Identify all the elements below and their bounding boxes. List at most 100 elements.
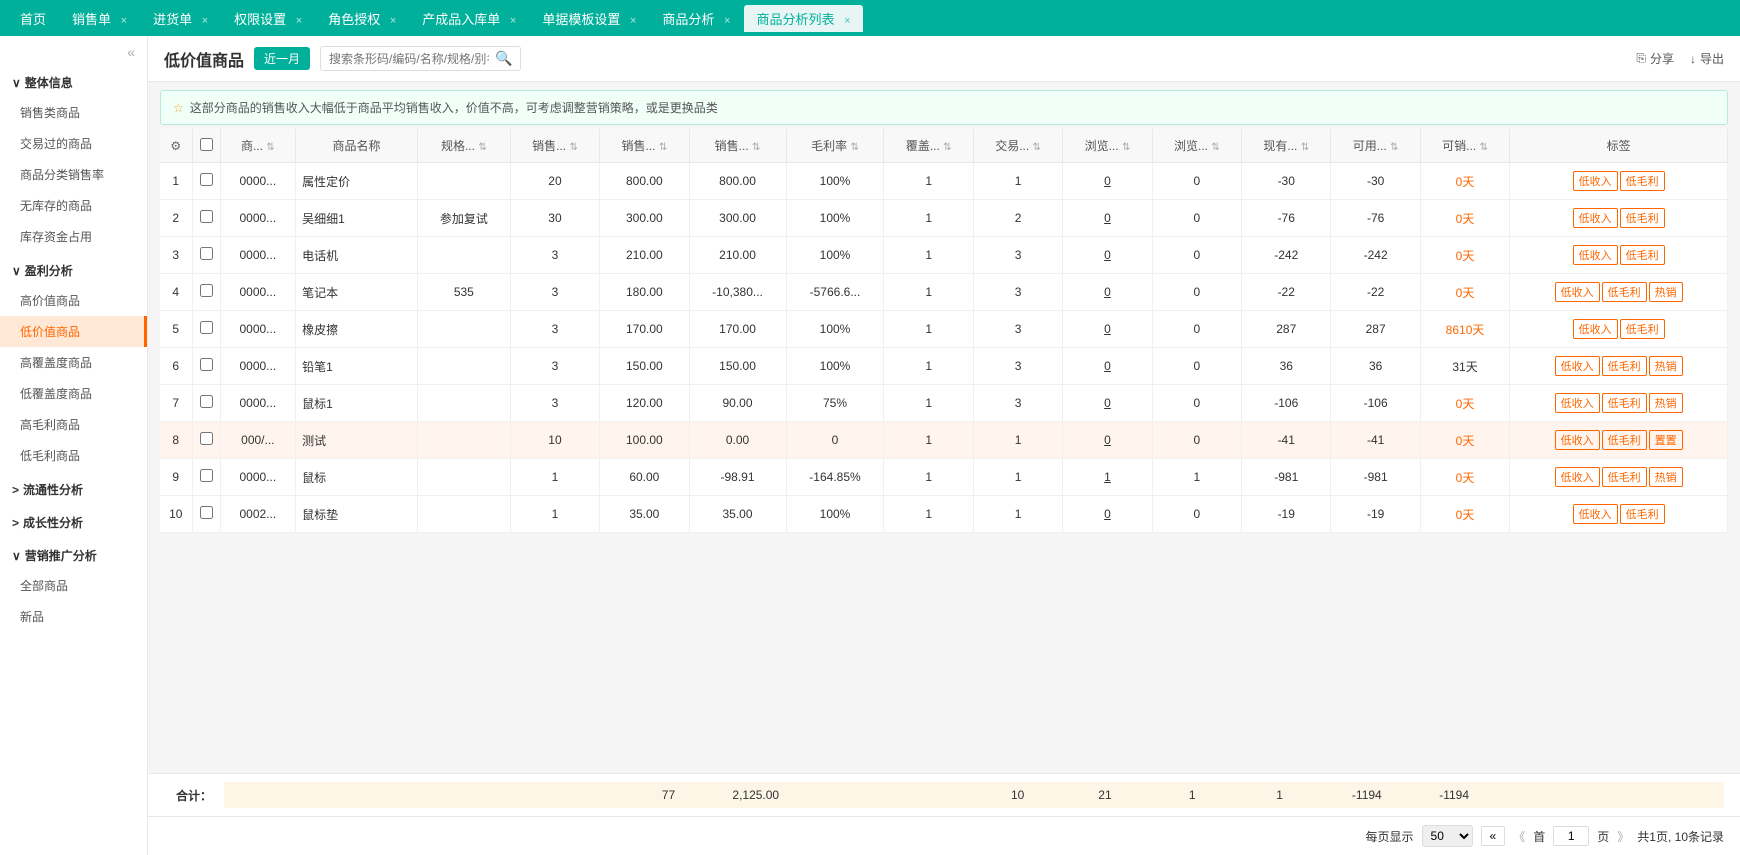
- sidebar-item-high-margin[interactable]: 高毛利商品: [0, 409, 147, 440]
- sidebar-item-high-value[interactable]: 高价值商品: [0, 285, 147, 316]
- nav-permissions[interactable]: 权限设置 ×: [222, 5, 314, 32]
- col-s3-header[interactable]: 销售... ⇅: [689, 129, 786, 163]
- col-avail-header[interactable]: 可用... ⇅: [1331, 129, 1420, 163]
- filter-period-btn[interactable]: 近一月: [254, 47, 310, 70]
- row-checkbox[interactable]: [200, 173, 213, 186]
- sidebar-group-profit[interactable]: ∨ 盈利分析: [0, 252, 147, 285]
- row-checkbox[interactable]: [200, 210, 213, 223]
- row-browse1[interactable]: 0: [1063, 274, 1152, 311]
- row-checkbox[interactable]: [200, 284, 213, 297]
- col-browse2-header[interactable]: 浏览... ⇅: [1152, 129, 1241, 163]
- sidebar-item-sales-goods[interactable]: 销售类商品: [0, 97, 147, 128]
- row-checkbox-cell[interactable]: [192, 311, 220, 348]
- row-browse1[interactable]: 1: [1063, 459, 1152, 496]
- row-browse1[interactable]: 0: [1063, 163, 1152, 200]
- sidebar-item-all-goods[interactable]: 全部商品: [0, 570, 147, 601]
- browse1-link[interactable]: 0: [1104, 322, 1111, 336]
- export-btn[interactable]: ↓ 导出: [1690, 50, 1724, 67]
- row-checkbox-cell[interactable]: [192, 385, 220, 422]
- browse1-link[interactable]: 0: [1104, 248, 1111, 262]
- sidebar-item-low-coverage[interactable]: 低覆盖度商品: [0, 378, 147, 409]
- sidebar-item-stock-fund[interactable]: 库存资金占用: [0, 221, 147, 252]
- sidebar-group-overview[interactable]: ∨ 整体信息: [0, 64, 147, 97]
- row-checkbox[interactable]: [200, 321, 213, 334]
- col-settings[interactable]: ⚙: [160, 129, 192, 163]
- row-checkbox-cell[interactable]: [192, 237, 220, 274]
- sidebar-item-traded-goods[interactable]: 交易过的商品: [0, 128, 147, 159]
- per-page-select[interactable]: 50 100 200: [1422, 825, 1473, 847]
- row-browse1[interactable]: 0: [1063, 496, 1152, 533]
- close-stockin-icon[interactable]: ×: [510, 15, 516, 27]
- row-browse1[interactable]: 0: [1063, 237, 1152, 274]
- sidebar-group-growth[interactable]: > 成长性分析: [0, 504, 147, 537]
- sidebar-item-high-coverage[interactable]: 高覆盖度商品: [0, 347, 147, 378]
- sidebar-item-category-sales[interactable]: 商品分类销售率: [0, 159, 147, 190]
- row-checkbox-cell[interactable]: [192, 459, 220, 496]
- row-checkbox[interactable]: [200, 358, 213, 371]
- row-checkbox-cell[interactable]: [192, 348, 220, 385]
- nav-roles[interactable]: 角色授权 ×: [316, 5, 408, 32]
- close-template-icon[interactable]: ×: [630, 15, 636, 27]
- sidebar-item-no-stock[interactable]: 无库存的商品: [0, 190, 147, 221]
- row-browse1[interactable]: 0: [1063, 348, 1152, 385]
- row-checkbox[interactable]: [200, 247, 213, 260]
- browse1-link[interactable]: 0: [1104, 359, 1111, 373]
- col-cov-header[interactable]: 覆盖... ⇅: [884, 129, 973, 163]
- browse1-link[interactable]: 0: [1104, 396, 1111, 410]
- row-browse1[interactable]: 0: [1063, 200, 1152, 237]
- page-number-input[interactable]: [1553, 826, 1589, 846]
- nav-home[interactable]: 首页: [8, 5, 58, 32]
- close-purchase-icon[interactable]: ×: [202, 15, 208, 27]
- row-browse1[interactable]: 0: [1063, 422, 1152, 459]
- share-btn[interactable]: ⎘ 分享: [1636, 50, 1674, 67]
- first-page-btn[interactable]: «: [1481, 826, 1506, 846]
- row-checkbox-cell[interactable]: [192, 422, 220, 459]
- browse1-link[interactable]: 0: [1104, 507, 1111, 521]
- settings-icon[interactable]: ⚙: [170, 139, 181, 153]
- col-s2-header[interactable]: 销售... ⇅: [600, 129, 689, 163]
- row-checkbox[interactable]: [200, 469, 213, 482]
- row-checkbox-cell[interactable]: [192, 496, 220, 533]
- close-permissions-icon[interactable]: ×: [296, 15, 302, 27]
- table-container[interactable]: ⚙ 商... ⇅ 商品名称 规格... ⇅ 销售... ⇅ 销售... ⇅ 销售…: [148, 129, 1740, 773]
- sidebar-item-low-value[interactable]: 低价值商品: [0, 316, 147, 347]
- row-checkbox-cell[interactable]: [192, 163, 220, 200]
- sidebar-item-low-margin[interactable]: 低毛利商品: [0, 440, 147, 471]
- close-analysis-list-icon[interactable]: ×: [844, 15, 850, 27]
- close-sales-icon[interactable]: ×: [121, 15, 127, 27]
- row-checkbox[interactable]: [200, 432, 213, 445]
- sidebar-group-flow[interactable]: > 流通性分析: [0, 471, 147, 504]
- col-name-header[interactable]: 商品名称: [296, 129, 418, 163]
- col-days-header[interactable]: 可销... ⇅: [1420, 129, 1509, 163]
- col-trade-header[interactable]: 交易... ⇅: [973, 129, 1062, 163]
- nav-analysis[interactable]: 商品分析 ×: [650, 5, 742, 32]
- browse1-link[interactable]: 1: [1104, 470, 1111, 484]
- row-checkbox-cell[interactable]: [192, 200, 220, 237]
- row-checkbox-cell[interactable]: [192, 274, 220, 311]
- browse1-link[interactable]: 0: [1104, 211, 1111, 225]
- col-s1-header[interactable]: 销售... ⇅: [510, 129, 599, 163]
- sidebar-item-new-goods[interactable]: 新品: [0, 601, 147, 632]
- browse1-link[interactable]: 0: [1104, 285, 1111, 299]
- browse1-link[interactable]: 0: [1104, 433, 1111, 447]
- nav-purchase[interactable]: 进货单 ×: [141, 5, 220, 32]
- col-browse1-header[interactable]: 浏览... ⇅: [1063, 129, 1152, 163]
- select-all-checkbox[interactable]: [200, 138, 213, 151]
- search-input[interactable]: [329, 52, 489, 66]
- close-analysis-icon[interactable]: ×: [724, 15, 730, 27]
- col-checkbox[interactable]: [192, 129, 220, 163]
- row-browse1[interactable]: 0: [1063, 311, 1152, 348]
- col-rate-header[interactable]: 毛利率 ⇅: [786, 129, 884, 163]
- row-checkbox[interactable]: [200, 395, 213, 408]
- nav-analysis-list[interactable]: 商品分析列表 ×: [744, 5, 862, 32]
- close-roles-icon[interactable]: ×: [390, 15, 396, 27]
- browse1-link[interactable]: 0: [1104, 174, 1111, 188]
- row-browse1[interactable]: 0: [1063, 385, 1152, 422]
- col-code-header[interactable]: 商... ⇅: [220, 129, 296, 163]
- nav-stockin[interactable]: 产成品入库单 ×: [410, 5, 528, 32]
- nav-template[interactable]: 单据模板设置 ×: [530, 5, 648, 32]
- search-icon[interactable]: 🔍: [495, 50, 512, 67]
- sidebar-collapse-btn[interactable]: «: [123, 44, 139, 60]
- col-spec-header[interactable]: 规格... ⇅: [417, 129, 510, 163]
- row-checkbox[interactable]: [200, 506, 213, 519]
